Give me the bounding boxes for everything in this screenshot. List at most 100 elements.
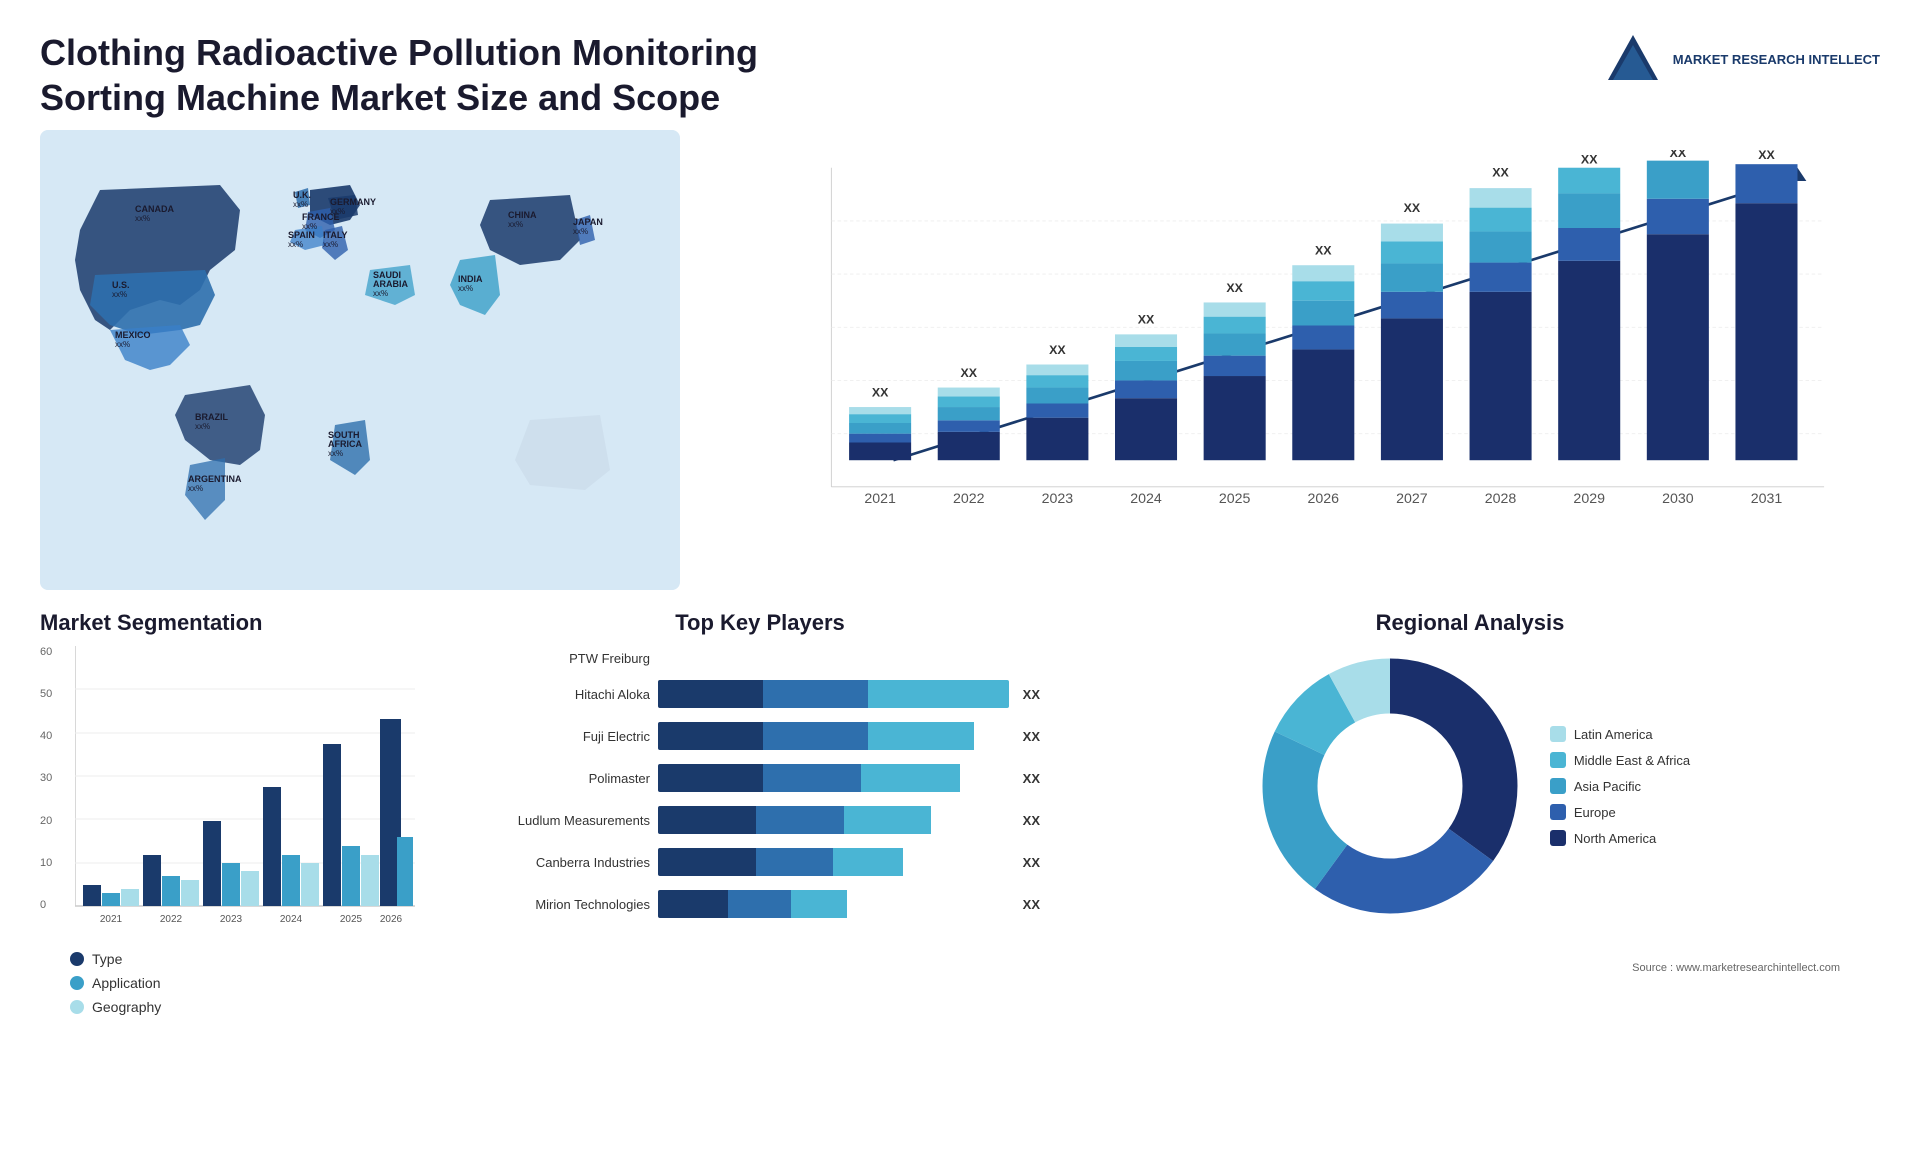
- page-title: Clothing Radioactive Pollution Monitorin…: [40, 30, 840, 120]
- player-bar-canberra: [658, 848, 1009, 876]
- svg-text:ARABIA: ARABIA: [373, 279, 408, 289]
- player-name-fuji: Fuji Electric: [480, 729, 650, 744]
- svg-text:xx%: xx%: [328, 449, 343, 458]
- player-name-ludlum: Ludlum Measurements: [480, 813, 650, 828]
- svg-text:xx%: xx%: [188, 484, 203, 493]
- world-map: CANADA xx% U.S. xx% MEXICO xx% BRAZIL xx…: [40, 130, 680, 590]
- svg-text:xx%: xx%: [293, 200, 308, 209]
- regional-section: Regional Analysis: [1060, 610, 1880, 1170]
- svg-text:ITALY: ITALY: [323, 230, 348, 240]
- segmentation-section: Market Segmentation 60 50 40 30 20 10 0: [40, 610, 460, 1170]
- svg-text:2024: 2024: [1130, 491, 1162, 507]
- svg-text:xx%: xx%: [508, 220, 523, 229]
- svg-text:2026: 2026: [1308, 491, 1340, 507]
- svg-text:2030: 2030: [1662, 491, 1694, 507]
- svg-text:GERMANY: GERMANY: [330, 197, 376, 207]
- legend-middle-east-africa: Middle East & Africa: [1550, 752, 1690, 768]
- segmentation-legend: Type Application Geography: [70, 951, 460, 1015]
- svg-text:xx%: xx%: [373, 289, 388, 298]
- top-section: CANADA xx% U.S. xx% MEXICO xx% BRAZIL xx…: [40, 130, 1880, 590]
- donut-chart-svg: [1250, 646, 1530, 926]
- svg-text:2027: 2027: [1396, 491, 1428, 507]
- svg-text:XX: XX: [1315, 244, 1332, 258]
- player-row-ptw: PTW Freiburg: [480, 651, 1040, 666]
- player-name-ptw: PTW Freiburg: [480, 651, 650, 666]
- svg-text:XX: XX: [1138, 313, 1155, 327]
- player-row-fuji: Fuji Electric XX: [480, 722, 1040, 750]
- svg-text:XX: XX: [872, 385, 889, 399]
- svg-text:xx%: xx%: [323, 240, 338, 249]
- svg-text:xx%: xx%: [112, 290, 127, 299]
- player-name-hitachi: Hitachi Aloka: [480, 687, 650, 702]
- svg-text:2031: 2031: [1751, 491, 1783, 507]
- player-row-polimaster: Polimaster XX: [480, 764, 1040, 792]
- svg-text:XX: XX: [1670, 150, 1687, 160]
- player-bar-fuji: [658, 722, 1009, 750]
- svg-text:XX: XX: [1049, 343, 1066, 357]
- bar-chart-svg: XX 2021 XX 2022 XX 2023: [760, 150, 1860, 540]
- svg-text:2029: 2029: [1573, 491, 1605, 507]
- legend-europe: Europe: [1550, 804, 1690, 820]
- svg-text:2023: 2023: [220, 914, 243, 925]
- svg-text:SPAIN: SPAIN: [288, 230, 315, 240]
- title-block: Clothing Radioactive Pollution Monitorin…: [40, 30, 840, 120]
- svg-text:JAPAN: JAPAN: [573, 217, 603, 227]
- segmentation-chart-svg: 2021 2022 2023: [75, 646, 415, 936]
- players-title: Top Key Players: [480, 610, 1040, 636]
- growth-bar-chart: XX 2021 XX 2022 XX 2023: [700, 130, 1880, 590]
- player-row-ludlum: Ludlum Measurements XX: [480, 806, 1040, 834]
- legend-type: Type: [70, 951, 460, 967]
- svg-text:2024: 2024: [280, 914, 303, 925]
- logo-text: MARKET RESEARCH INTELLECT: [1673, 52, 1880, 69]
- donut-wrapper: Latin America Middle East & Africa Asia …: [1060, 646, 1880, 926]
- player-row-canberra: Canberra Industries XX: [480, 848, 1040, 876]
- svg-text:AFRICA: AFRICA: [328, 439, 362, 449]
- regional-title: Regional Analysis: [1060, 610, 1880, 636]
- svg-text:xx%: xx%: [288, 240, 303, 249]
- source-text: Source : www.marketresearchintellect.com: [1060, 956, 1880, 974]
- player-bar-hitachi: [658, 680, 1009, 708]
- header: Clothing Radioactive Pollution Monitorin…: [0, 0, 1920, 130]
- svg-text:CHINA: CHINA: [508, 210, 537, 220]
- svg-text:2028: 2028: [1485, 491, 1517, 507]
- players-section: Top Key Players PTW Freiburg Hitachi Alo…: [480, 610, 1040, 1170]
- legend-latin-america: Latin America: [1550, 726, 1690, 742]
- svg-text:XX: XX: [1492, 166, 1509, 180]
- donut-legend: Latin America Middle East & Africa Asia …: [1550, 726, 1690, 846]
- svg-text:XX: XX: [1581, 152, 1598, 166]
- svg-text:INDIA: INDIA: [458, 274, 483, 284]
- legend-geography: Geography: [70, 999, 460, 1015]
- svg-text:2021: 2021: [100, 914, 123, 925]
- svg-text:xx%: xx%: [573, 227, 588, 236]
- content: CANADA xx% U.S. xx% MEXICO xx% BRAZIL xx…: [0, 130, 1920, 1170]
- svg-text:2022: 2022: [160, 914, 183, 925]
- svg-text:xx%: xx%: [458, 284, 473, 293]
- svg-text:U.K.: U.K.: [293, 190, 311, 200]
- svg-text:2023: 2023: [1042, 491, 1074, 507]
- svg-text:2026: 2026: [380, 914, 403, 925]
- player-name-mirion: Mirion Technologies: [480, 897, 650, 912]
- svg-text:BRAZIL: BRAZIL: [195, 412, 228, 422]
- svg-text:xx%: xx%: [115, 340, 130, 349]
- svg-text:2025: 2025: [340, 914, 363, 925]
- svg-text:XX: XX: [1758, 150, 1775, 162]
- svg-text:CANADA: CANADA: [135, 204, 174, 214]
- svg-text:XX: XX: [1226, 281, 1243, 295]
- svg-text:XX: XX: [960, 366, 977, 380]
- legend-north-america: North America: [1550, 830, 1690, 846]
- svg-text:xx%: xx%: [195, 422, 210, 431]
- player-row-mirion: Mirion Technologies XX: [480, 890, 1040, 918]
- player-bar-ludlum: [658, 806, 1009, 834]
- player-name-polimaster: Polimaster: [480, 771, 650, 786]
- svg-text:U.S.: U.S.: [112, 280, 130, 290]
- legend-asia-pacific: Asia Pacific: [1550, 778, 1690, 794]
- svg-text:MEXICO: MEXICO: [115, 330, 151, 340]
- svg-text:xx%: xx%: [330, 207, 345, 216]
- segmentation-title: Market Segmentation: [40, 610, 460, 636]
- logo-icon: [1603, 30, 1663, 90]
- svg-text:2022: 2022: [953, 491, 985, 507]
- logo-block: MARKET RESEARCH INTELLECT: [1603, 30, 1880, 90]
- player-row-hitachi: Hitachi Aloka XX: [480, 680, 1040, 708]
- svg-text:2025: 2025: [1219, 491, 1251, 507]
- svg-text:ARGENTINA: ARGENTINA: [188, 474, 242, 484]
